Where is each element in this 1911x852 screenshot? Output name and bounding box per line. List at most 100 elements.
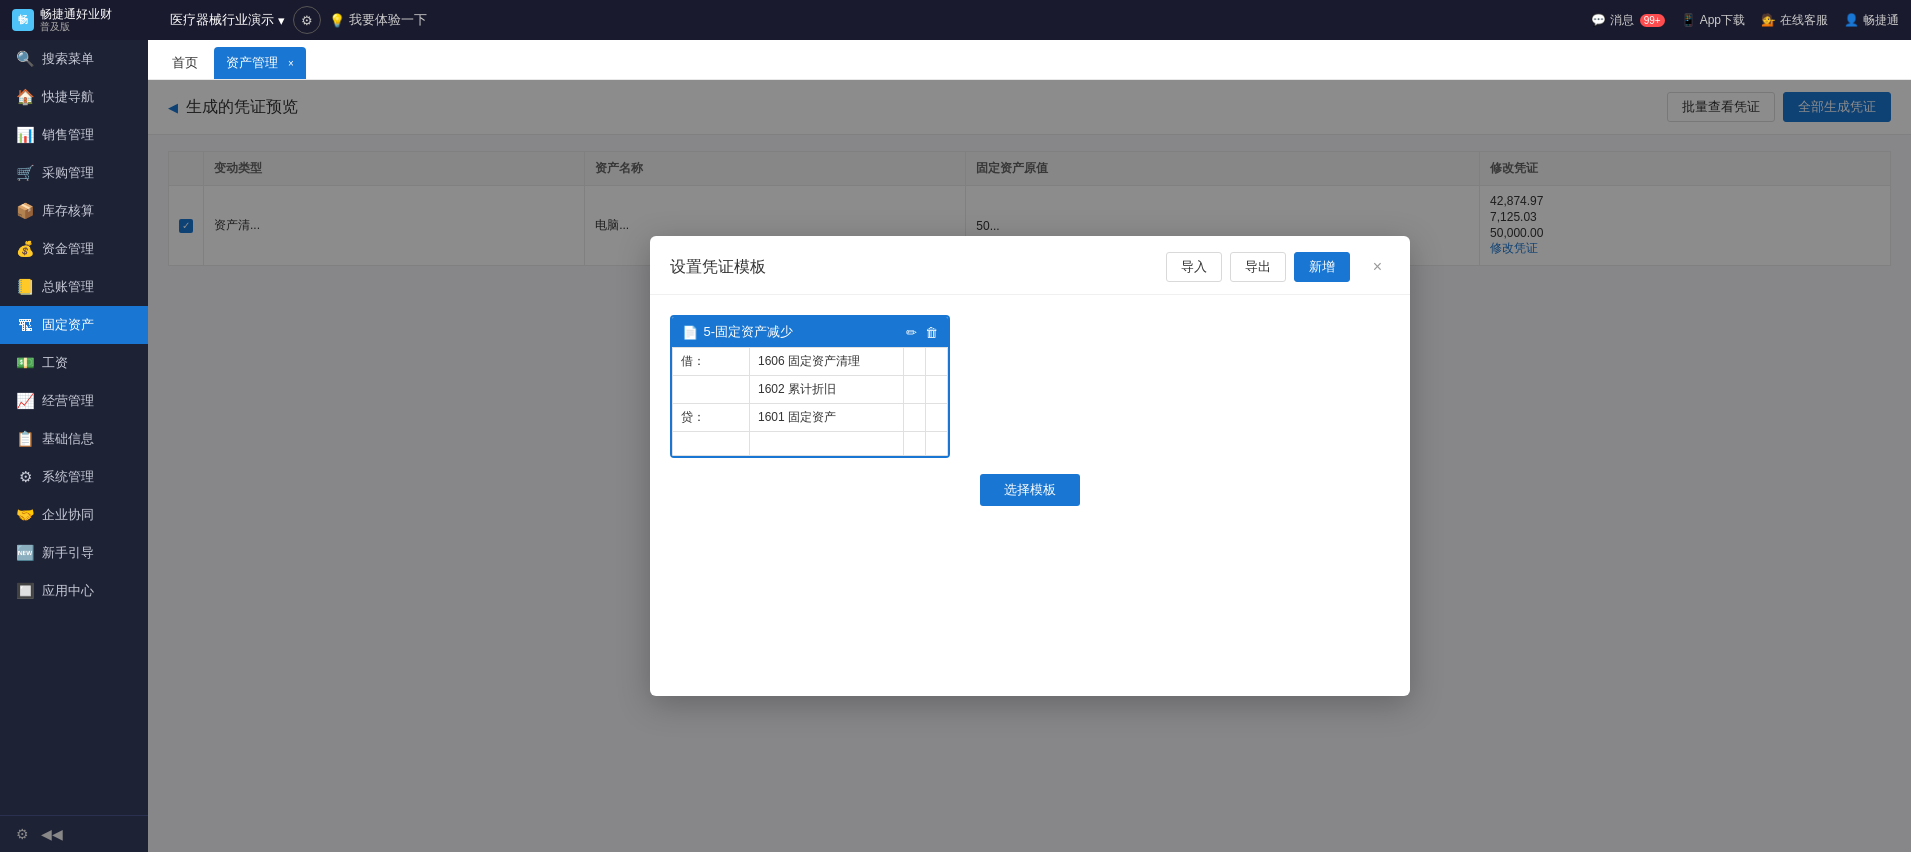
- entry-debit-3: [903, 404, 925, 432]
- guide-icon: 🆕: [16, 544, 34, 562]
- template-doc-icon: 📄: [682, 325, 698, 340]
- sidebar-item-salary[interactable]: 💵 工资: [0, 344, 148, 382]
- new-template-btn[interactable]: 新增: [1294, 252, 1350, 282]
- logo-area: 畅 畅捷通好业财 普及版: [12, 7, 160, 33]
- sidebar-item-operations[interactable]: 📈 经营管理: [0, 382, 148, 420]
- entry-type-4: [672, 432, 749, 456]
- entry-account-3: 1601 固定资产: [749, 404, 903, 432]
- main-layout: 🔍 搜索菜单 🏠 快捷导航 📊 销售管理 🛒 采购管理 📦 库存核算 💰 资金管…: [0, 40, 1911, 852]
- entry-account-2: 1602 累计折旧: [749, 376, 903, 404]
- search-icon: 🔍: [16, 50, 34, 68]
- operations-icon: 📈: [16, 392, 34, 410]
- main-content: ◀ 生成的凭证预览 批量查看凭证 全部生成凭证 变动类型 资产名称: [148, 80, 1911, 852]
- purchase-icon: 🛒: [16, 164, 34, 182]
- template-row-3: 贷： 1601 固定资产: [672, 404, 947, 432]
- select-template-btn[interactable]: 选择模板: [980, 474, 1080, 506]
- template-card-actions: ✏ 🗑: [906, 325, 938, 340]
- modal-header: 设置凭证模板 导入 导出 新增 ×: [650, 236, 1410, 295]
- entry-credit-3: [925, 404, 947, 432]
- top-header: 畅 畅捷通好业财 普及版 医疗器械行业演示 ▾ ⚙ 💡 我要体验一下 💬 消息 …: [0, 0, 1911, 40]
- modal-actions: 导入 导出 新增: [1166, 252, 1350, 282]
- system-icon: ⚙: [16, 468, 34, 486]
- dropdown-icon: ▾: [278, 13, 285, 28]
- tab-bar: 首页 资产管理 ×: [148, 40, 1911, 80]
- template-entries-table: 借： 1606 固定资产清理 1602 累计折旧: [672, 347, 948, 456]
- message-icon: 💬: [1591, 13, 1606, 27]
- sidebar-item-ledger[interactable]: 📒 总账管理: [0, 268, 148, 306]
- fixed-assets-icon: 🏗: [16, 317, 34, 334]
- message-badge: 99+: [1640, 14, 1665, 27]
- entry-debit-1: [903, 348, 925, 376]
- basic-info-icon: 📋: [16, 430, 34, 448]
- template-name: 5-固定资产减少: [704, 323, 794, 341]
- sidebar-item-quick-nav[interactable]: 🏠 快捷导航: [0, 78, 148, 116]
- template-card: 📄 5-固定资产减少 ✏ 🗑: [670, 315, 950, 458]
- header-nav: 医疗器械行业演示 ▾ ⚙ 💡 我要体验一下: [160, 6, 1591, 34]
- entry-credit-2: [925, 376, 947, 404]
- sidebar-item-sales[interactable]: 📊 销售管理: [0, 116, 148, 154]
- sidebar-item-app-center[interactable]: 🔲 应用中心: [0, 572, 148, 610]
- template-delete-icon[interactable]: 🗑: [925, 325, 938, 340]
- sidebar-item-search-menu[interactable]: 🔍 搜索菜单: [0, 40, 148, 78]
- salary-icon: 💵: [16, 354, 34, 372]
- customer-service-btn[interactable]: 💁 在线客服: [1761, 12, 1828, 29]
- tab-asset-management[interactable]: 资产管理 ×: [214, 47, 306, 79]
- import-btn[interactable]: 导入: [1166, 252, 1222, 282]
- modal-title: 设置凭证模板: [670, 257, 766, 278]
- settings-bottom-icon[interactable]: ⚙: [16, 826, 29, 842]
- ledger-icon: 📒: [16, 278, 34, 296]
- inventory-icon: 📦: [16, 202, 34, 220]
- entry-account-1: 1606 固定资产清理: [749, 348, 903, 376]
- sidebar-item-guide[interactable]: 🆕 新手引导: [0, 534, 148, 572]
- trial-icon: 💡: [329, 13, 345, 28]
- template-card-body: 借： 1606 固定资产清理 1602 累计折旧: [672, 347, 948, 456]
- sidebar-item-purchase[interactable]: 🛒 采购管理: [0, 154, 148, 192]
- modal-overlay: 设置凭证模板 导入 导出 新增 ×: [148, 80, 1911, 852]
- sidebar: 🔍 搜索菜单 🏠 快捷导航 📊 销售管理 🛒 采购管理 📦 库存核算 💰 资金管…: [0, 40, 148, 852]
- template-edit-icon[interactable]: ✏: [906, 325, 917, 340]
- modal-close-btn[interactable]: ×: [1366, 255, 1390, 279]
- sales-icon: 📊: [16, 126, 34, 144]
- tab-home[interactable]: 首页: [160, 47, 210, 79]
- sidebar-bottom: ⚙ ◀◀: [0, 815, 148, 852]
- sidebar-item-cooperation[interactable]: 🤝 企业协同: [0, 496, 148, 534]
- entry-debit-2: [903, 376, 925, 404]
- entry-type-1: 借：: [672, 348, 749, 376]
- home-icon: 🏠: [16, 88, 34, 106]
- cooperation-icon: 🤝: [16, 506, 34, 524]
- app-logo-icon: 畅: [12, 9, 34, 31]
- finance-icon: 💰: [16, 240, 34, 258]
- app-download-btn[interactable]: 📱 App下载: [1681, 12, 1745, 29]
- collapse-sidebar-icon[interactable]: ◀◀: [41, 826, 63, 842]
- sidebar-item-fixed-assets[interactable]: 🏗 固定资产: [0, 306, 148, 344]
- export-btn[interactable]: 导出: [1230, 252, 1286, 282]
- entry-type-3: 贷：: [672, 404, 749, 432]
- sidebar-item-finance[interactable]: 💰 资金管理: [0, 230, 148, 268]
- sidebar-item-inventory[interactable]: 📦 库存核算: [0, 192, 148, 230]
- entry-credit-4: [925, 432, 947, 456]
- sidebar-item-basic-info[interactable]: 📋 基础信息: [0, 420, 148, 458]
- content-area: 首页 资产管理 × ◀ 生成的凭证预览 批量查看凭证 全部生成凭证: [148, 40, 1911, 852]
- template-row-2: 1602 累计折旧: [672, 376, 947, 404]
- template-row-4: [672, 432, 947, 456]
- user-icon: 👤: [1844, 13, 1859, 27]
- template-card-title-area: 📄 5-固定资产减少: [682, 323, 794, 341]
- tab-close-icon[interactable]: ×: [288, 58, 294, 69]
- message-btn[interactable]: 💬 消息 99+: [1591, 12, 1665, 29]
- company-selector[interactable]: 医疗器械行业演示 ▾: [170, 11, 285, 29]
- header-right: 💬 消息 99+ 📱 App下载 💁 在线客服 👤 畅捷通: [1591, 12, 1899, 29]
- entry-type-2: [672, 376, 749, 404]
- template-card-header: 📄 5-固定资产减少 ✏ 🗑: [672, 317, 948, 347]
- app-name: 畅捷通好业财 普及版: [40, 7, 112, 33]
- settings-button[interactable]: ⚙: [293, 6, 321, 34]
- trial-button[interactable]: 💡 我要体验一下: [329, 11, 427, 29]
- sidebar-item-system[interactable]: ⚙ 系统管理: [0, 458, 148, 496]
- set-template-modal: 设置凭证模板 导入 导出 新增 ×: [650, 236, 1410, 696]
- service-icon: 💁: [1761, 13, 1776, 27]
- mobile-icon: 📱: [1681, 13, 1696, 27]
- modal-body: 📄 5-固定资产减少 ✏ 🗑: [650, 295, 1410, 696]
- entry-credit-1: [925, 348, 947, 376]
- entry-account-4: [749, 432, 903, 456]
- app-center-icon: 🔲: [16, 582, 34, 600]
- user-btn[interactable]: 👤 畅捷通: [1844, 12, 1899, 29]
